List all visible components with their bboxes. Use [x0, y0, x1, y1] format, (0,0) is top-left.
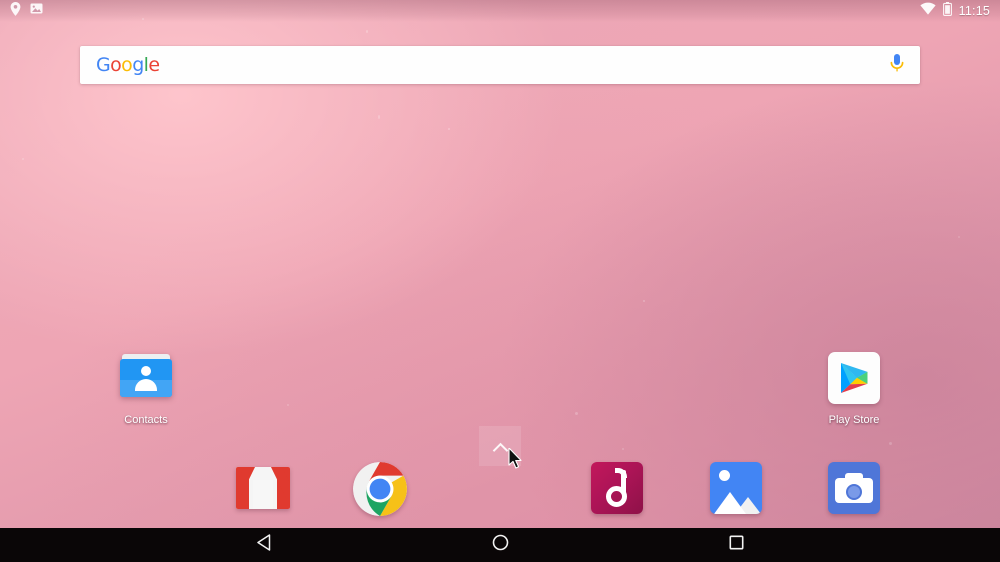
nav-recents-button[interactable]	[673, 528, 799, 562]
nav-home-button[interactable]	[437, 528, 563, 562]
android-home-screen: 11:15 Google Contacts Play Store	[0, 0, 1000, 562]
camera-icon	[828, 462, 880, 514]
wifi-icon	[920, 2, 936, 20]
dock-app-chrome[interactable]	[353, 462, 409, 518]
home-app-label: Play Store	[828, 414, 880, 426]
dock-app-camera[interactable]	[828, 462, 884, 518]
location-pin-icon	[10, 1, 21, 21]
home-app-contacts[interactable]: Contacts	[91, 352, 201, 426]
gmail-icon	[236, 467, 292, 509]
contacts-icon	[120, 352, 172, 404]
status-bar-system: 11:15	[920, 1, 990, 21]
screenshot-notification-icon	[30, 2, 43, 20]
chrome-icon	[353, 462, 409, 516]
dock-app-gallery[interactable]	[710, 462, 766, 518]
home-app-label: Contacts	[124, 414, 168, 426]
status-bar-notifications	[10, 1, 43, 21]
dock	[0, 462, 1000, 524]
status-bar-clock: 11:15	[958, 4, 990, 18]
triangle-back-icon	[256, 534, 272, 556]
chevron-up-icon	[494, 440, 507, 453]
battery-icon	[942, 1, 952, 21]
google-search-bar[interactable]: Google	[80, 46, 920, 84]
dock-app-gmail[interactable]	[236, 462, 292, 518]
microphone-icon[interactable]	[888, 51, 906, 80]
play-store-icon	[828, 352, 880, 404]
square-recents-icon	[728, 535, 744, 555]
status-bar[interactable]: 11:15	[0, 0, 1000, 22]
navigation-bar	[0, 528, 1000, 562]
music-d-icon	[591, 462, 643, 514]
dock-app-music[interactable]	[591, 462, 647, 518]
gallery-icon	[710, 462, 762, 514]
google-logo: Google	[96, 54, 160, 76]
circle-home-icon	[492, 534, 509, 556]
home-app-play-store[interactable]: Play Store	[799, 352, 909, 426]
nav-back-button[interactable]	[201, 528, 327, 562]
